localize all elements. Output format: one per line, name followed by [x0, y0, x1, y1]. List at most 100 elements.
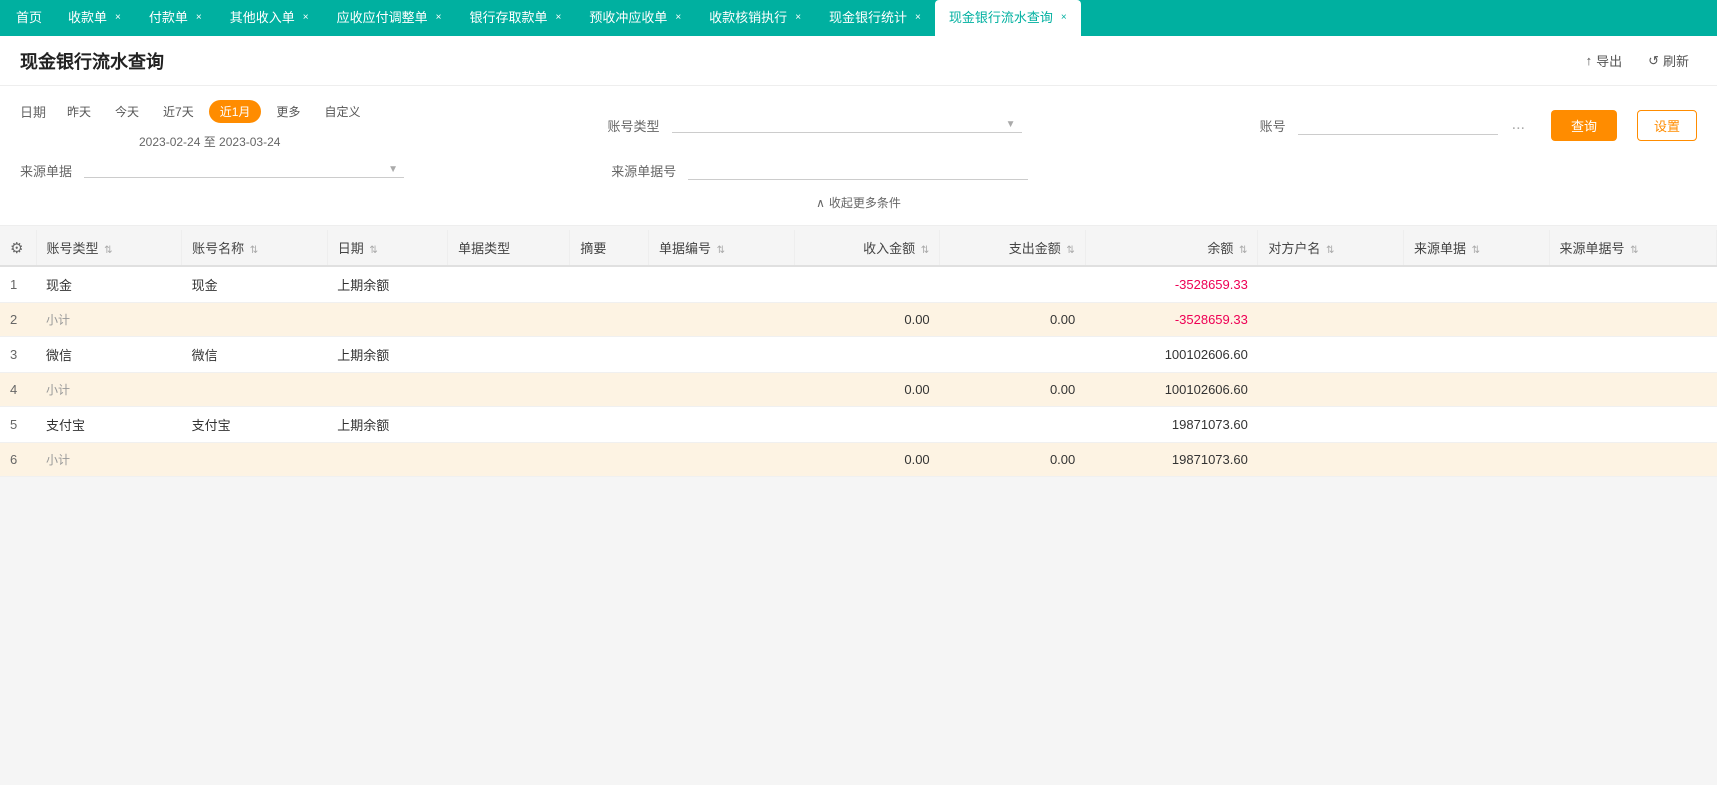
- refresh-button[interactable]: ↺ 刷新: [1640, 47, 1697, 74]
- col-source-doc[interactable]: 来源单据 ⇅: [1403, 230, 1549, 266]
- nav-tab-shoukuan[interactable]: 收款核销执行 ×: [695, 0, 815, 36]
- settings-button[interactable]: 设置: [1637, 110, 1697, 141]
- nav-tab-liushui[interactable]: 现金银行流水查询 ×: [935, 0, 1081, 36]
- cell-num: 2: [0, 303, 36, 337]
- sort-icon: ⇅: [104, 245, 112, 256]
- chevron-down-icon: ▼: [388, 164, 398, 175]
- close-icon[interactable]: ×: [1061, 0, 1067, 36]
- cell-source-doc: [1403, 443, 1549, 477]
- query-button[interactable]: 查询: [1551, 110, 1617, 141]
- close-icon[interactable]: ×: [303, 0, 309, 36]
- nav-tab-yinhang[interactable]: 银行存取款单 ×: [455, 0, 575, 36]
- cell-account-type: 现金: [36, 266, 182, 303]
- date-btn-custom[interactable]: 自定义: [315, 100, 369, 123]
- cell-income: [794, 337, 940, 373]
- cell-counterpart: [1258, 443, 1404, 477]
- date-btn-7days[interactable]: 近7天: [154, 100, 203, 123]
- cell-doc-type: [448, 443, 570, 477]
- date-btn-today[interactable]: 今天: [106, 100, 148, 123]
- cell-doc-no: [648, 443, 794, 477]
- sort-icon: ⇅: [1630, 245, 1638, 256]
- col-gear[interactable]: ⚙: [0, 230, 36, 266]
- table-body: 1 现金 现金 上期余额 -3528659.33 2 小计 0.00 0.00 …: [0, 266, 1717, 477]
- col-expense[interactable]: 支出金额 ⇅: [940, 230, 1086, 266]
- nav-tab-yushou[interactable]: 预收冲应收单 ×: [575, 0, 695, 36]
- col-doc-type[interactable]: 单据类型: [448, 230, 570, 266]
- col-counterpart[interactable]: 对方户名 ⇅: [1258, 230, 1404, 266]
- cell-date: 上期余额: [327, 407, 447, 443]
- col-doc-no[interactable]: 单据编号 ⇅: [648, 230, 794, 266]
- col-balance[interactable]: 余额 ⇅: [1085, 230, 1258, 266]
- nav-tab-tongji[interactable]: 现金银行统计 ×: [815, 0, 935, 36]
- sort-icon: ⇅: [1239, 245, 1247, 256]
- gear-icon[interactable]: ⚙: [10, 240, 23, 257]
- refresh-icon: ↺: [1648, 53, 1659, 69]
- cell-balance: 100102606.60: [1085, 373, 1258, 407]
- col-account-name[interactable]: 账号名称 ⇅: [182, 230, 328, 266]
- cell-summary: [570, 337, 649, 373]
- cell-summary: [570, 373, 649, 407]
- cell-counterpart: [1258, 407, 1404, 443]
- cell-date: [327, 443, 447, 477]
- export-button[interactable]: ↑ 导出: [1578, 47, 1631, 74]
- cell-income: [794, 266, 940, 303]
- data-table: ⚙ 账号类型 ⇅ 账号名称 ⇅ 日期 ⇅ 单据类型 摘要: [0, 230, 1717, 477]
- nav-home[interactable]: 首页: [4, 0, 54, 36]
- close-icon[interactable]: ×: [196, 0, 202, 36]
- export-icon: ↑: [1586, 53, 1593, 68]
- cell-num: 4: [0, 373, 36, 407]
- header-actions: ↑ 导出 ↺ 刷新: [1578, 47, 1697, 74]
- nav-tab-yingshou[interactable]: 应收应付调整单 ×: [323, 0, 456, 36]
- close-icon[interactable]: ×: [436, 0, 442, 36]
- cell-account-type: 小计: [36, 443, 182, 477]
- date-btn-more[interactable]: 更多: [267, 100, 309, 123]
- cell-balance: 100102606.60: [1085, 337, 1258, 373]
- col-income-label: 收入金额: [863, 241, 915, 256]
- cell-source-doc: [1403, 303, 1549, 337]
- close-icon[interactable]: ×: [555, 0, 561, 36]
- nav-tab-qitashouru[interactable]: 其他收入单 ×: [216, 0, 323, 36]
- date-btn-1month[interactable]: 近1月: [209, 100, 262, 123]
- cell-counterpart: [1258, 373, 1404, 407]
- cell-num: 6: [0, 443, 36, 477]
- col-source-doc-no-label: 来源单据号: [1560, 241, 1625, 256]
- col-date[interactable]: 日期 ⇅: [327, 230, 447, 266]
- cell-source-doc-no: [1549, 303, 1716, 337]
- filter-area: 日期 昨天 今天 近7天 近1月 更多 自定义 2023-02-24 至 202…: [0, 86, 1717, 226]
- cell-doc-type: [448, 407, 570, 443]
- col-summary[interactable]: 摘要: [570, 230, 649, 266]
- table-header-row: ⚙ 账号类型 ⇅ 账号名称 ⇅ 日期 ⇅ 单据类型 摘要: [0, 230, 1717, 266]
- col-doc-type-label: 单据类型: [458, 241, 510, 256]
- source-doc-select[interactable]: ▼: [84, 162, 404, 178]
- sort-icon: ⇅: [250, 245, 258, 256]
- cell-account-name: [182, 303, 328, 337]
- collapse-label: 收起更多条件: [829, 194, 901, 211]
- col-balance-label: 余额: [1207, 241, 1233, 256]
- col-account-type[interactable]: 账号类型 ⇅: [36, 230, 182, 266]
- data-table-wrap: ⚙ 账号类型 ⇅ 账号名称 ⇅ 日期 ⇅ 单据类型 摘要: [0, 230, 1717, 477]
- col-source-doc-label: 来源单据: [1414, 241, 1466, 256]
- col-doc-no-label: 单据编号: [659, 241, 711, 256]
- close-icon[interactable]: ×: [115, 0, 121, 36]
- nav-tab-label: 收款单: [68, 0, 107, 36]
- col-source-doc-no[interactable]: 来源单据号 ⇅: [1549, 230, 1716, 266]
- account-input[interactable]: [1298, 115, 1498, 135]
- nav-home-label: 首页: [16, 0, 42, 36]
- cell-doc-no: [648, 303, 794, 337]
- account-type-select[interactable]: ▼: [672, 117, 1022, 133]
- close-icon[interactable]: ×: [915, 0, 921, 36]
- col-income[interactable]: 收入金额 ⇅: [794, 230, 940, 266]
- sort-icon: ⇅: [717, 245, 725, 256]
- close-icon[interactable]: ×: [795, 0, 801, 36]
- cell-doc-type: [448, 266, 570, 303]
- dots-button[interactable]: ...: [1506, 114, 1531, 136]
- close-icon[interactable]: ×: [675, 0, 681, 36]
- col-counterpart-label: 对方户名: [1268, 241, 1320, 256]
- nav-tab-shoudan[interactable]: 收款单 ×: [54, 0, 135, 36]
- col-account-type-label: 账号类型: [47, 241, 99, 256]
- date-btn-yesterday[interactable]: 昨天: [58, 100, 100, 123]
- cell-account-type: 支付宝: [36, 407, 182, 443]
- collapse-button[interactable]: ∧ 收起更多条件: [20, 190, 1697, 215]
- nav-tab-fukuandan[interactable]: 付款单 ×: [135, 0, 216, 36]
- source-doc-no-input[interactable]: [694, 162, 1022, 177]
